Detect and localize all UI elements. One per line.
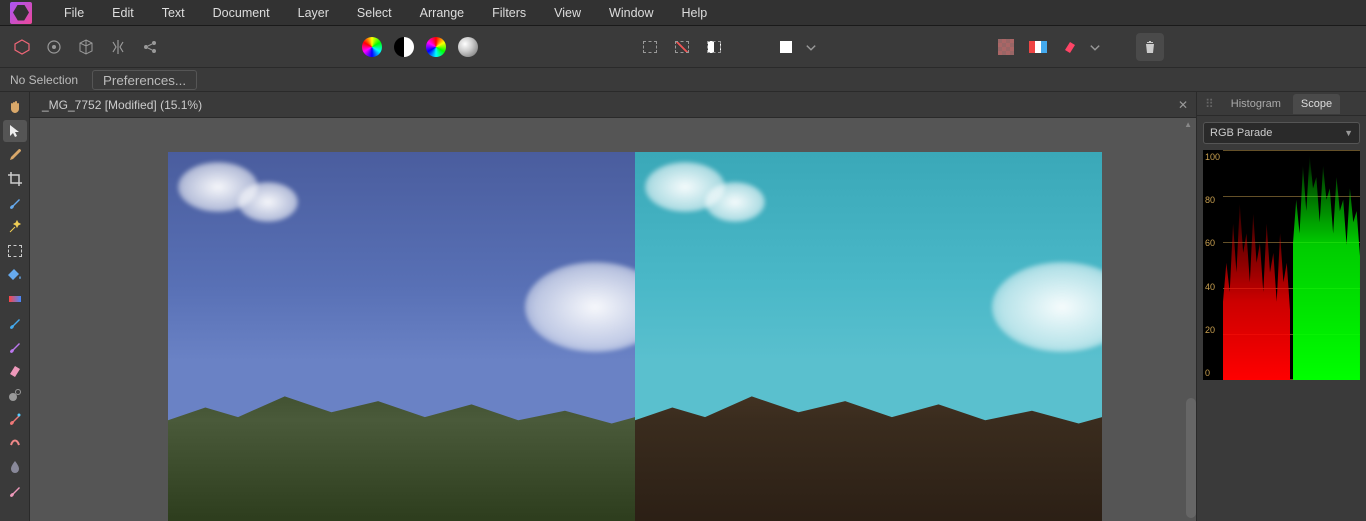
chevron-down-icon: ▼ [1344, 128, 1353, 138]
context-bar: No Selection Preferences... [0, 68, 1366, 92]
quick-mask-icon[interactable] [772, 33, 800, 61]
image-left-original [168, 152, 635, 521]
share-icon[interactable] [136, 33, 164, 61]
grid-swatch-icon[interactable] [992, 33, 1020, 61]
panel-drag-handle-icon[interactable]: ⠿ [1205, 97, 1213, 111]
marquee-tool-icon[interactable] [3, 240, 27, 262]
parade-red [1223, 185, 1290, 381]
sphere-adj-icon[interactable] [454, 33, 482, 61]
circle-target-icon[interactable] [40, 33, 68, 61]
menu-filters[interactable]: Filters [478, 0, 540, 26]
selection-brush-tool-icon[interactable] [3, 192, 27, 214]
main-toolbar [0, 26, 1366, 68]
crossout-marquee-icon[interactable] [668, 33, 696, 61]
selection-status: No Selection [0, 73, 88, 87]
document-tab-label: _MG_7752 [Modified] (15.1%) [42, 92, 202, 118]
view-hand-tool-icon[interactable] [3, 96, 27, 118]
canvas-area: _MG_7752 [Modified] (15.1%) ✕ ▲ [30, 92, 1196, 521]
mask-dropdown-icon[interactable] [804, 33, 818, 61]
color-wheel-icon[interactable] [422, 33, 450, 61]
scope-mode-label: RGB Parade [1210, 127, 1272, 139]
cube-icon[interactable] [72, 33, 100, 61]
close-tab-icon[interactable]: ✕ [1178, 98, 1196, 112]
eraser-brush-icon[interactable] [1056, 33, 1084, 61]
image-right-edited [635, 152, 1102, 521]
move-tool-icon[interactable] [3, 120, 27, 142]
menu-document[interactable]: Document [199, 0, 284, 26]
blur-tool-icon[interactable] [3, 456, 27, 478]
gradient-tool-icon[interactable] [3, 288, 27, 310]
marquee-icon[interactable] [636, 33, 664, 61]
gradient-adj-icon[interactable] [358, 33, 386, 61]
menu-select[interactable]: Select [343, 0, 406, 26]
clone-brush-tool-icon[interactable] [3, 384, 27, 406]
scope-mode-dropdown[interactable]: RGB Parade ▼ [1203, 122, 1360, 144]
crop-tool-icon[interactable] [3, 168, 27, 190]
menu-view[interactable]: View [540, 0, 595, 26]
mirror-icon[interactable] [104, 33, 132, 61]
canvas-viewport[interactable]: ▲ [30, 118, 1196, 521]
healing-brush-tool-icon[interactable] [3, 432, 27, 454]
document-tab[interactable]: _MG_7752 [Modified] (15.1%) [30, 92, 214, 118]
canvas-image [168, 152, 1102, 521]
menu-layer[interactable]: Layer [284, 0, 343, 26]
trash-icon[interactable] [1136, 33, 1164, 61]
right-panel: ⠿ Histogram Scope RGB Parade ▼ 100 80 60… [1196, 92, 1366, 521]
persona-icon[interactable] [8, 33, 36, 61]
scope-graph [1223, 150, 1360, 380]
paint-mixer-tool-icon[interactable] [3, 336, 27, 358]
menu-window[interactable]: Window [595, 0, 667, 26]
panel-tabs: ⠿ Histogram Scope [1197, 92, 1366, 116]
tab-scope[interactable]: Scope [1293, 94, 1340, 114]
magic-wand-tool-icon[interactable] [3, 216, 27, 238]
menubar: File Edit Text Document Layer Select Arr… [0, 0, 1366, 26]
app-logo-icon[interactable] [10, 2, 32, 24]
invert-marquee-icon[interactable] [700, 33, 728, 61]
inpaint-tool-icon[interactable] [3, 408, 27, 430]
parade-green [1293, 155, 1360, 380]
flag-swatch-icon[interactable] [1024, 33, 1052, 61]
preferences-button[interactable]: Preferences... [92, 70, 197, 90]
scope-display: 100 80 60 40 20 0 [1203, 150, 1360, 380]
menu-text[interactable]: Text [148, 0, 199, 26]
tab-histogram[interactable]: Histogram [1223, 94, 1289, 114]
panel-collapse-icon[interactable]: ▲ [1184, 120, 1192, 129]
eraser-dropdown-icon[interactable] [1088, 33, 1102, 61]
menu-edit[interactable]: Edit [98, 0, 148, 26]
erase-brush-tool-icon[interactable] [3, 360, 27, 382]
paint-brush-tool-icon[interactable] [3, 312, 27, 334]
menu-arrange[interactable]: Arrange [406, 0, 478, 26]
document-tab-bar: _MG_7752 [Modified] (15.1%) ✕ [30, 92, 1196, 118]
bw-adj-icon[interactable] [390, 33, 418, 61]
menu-file[interactable]: File [50, 0, 98, 26]
tool-strip [0, 92, 30, 521]
color-picker-tool-icon[interactable] [3, 144, 27, 166]
vertical-scrollbar[interactable] [1186, 398, 1196, 518]
flood-fill-tool-icon[interactable] [3, 264, 27, 286]
scope-axis: 100 80 60 40 20 0 [1205, 150, 1223, 380]
menu-help[interactable]: Help [668, 0, 722, 26]
smudge-brush-tool-icon[interactable] [3, 480, 27, 502]
